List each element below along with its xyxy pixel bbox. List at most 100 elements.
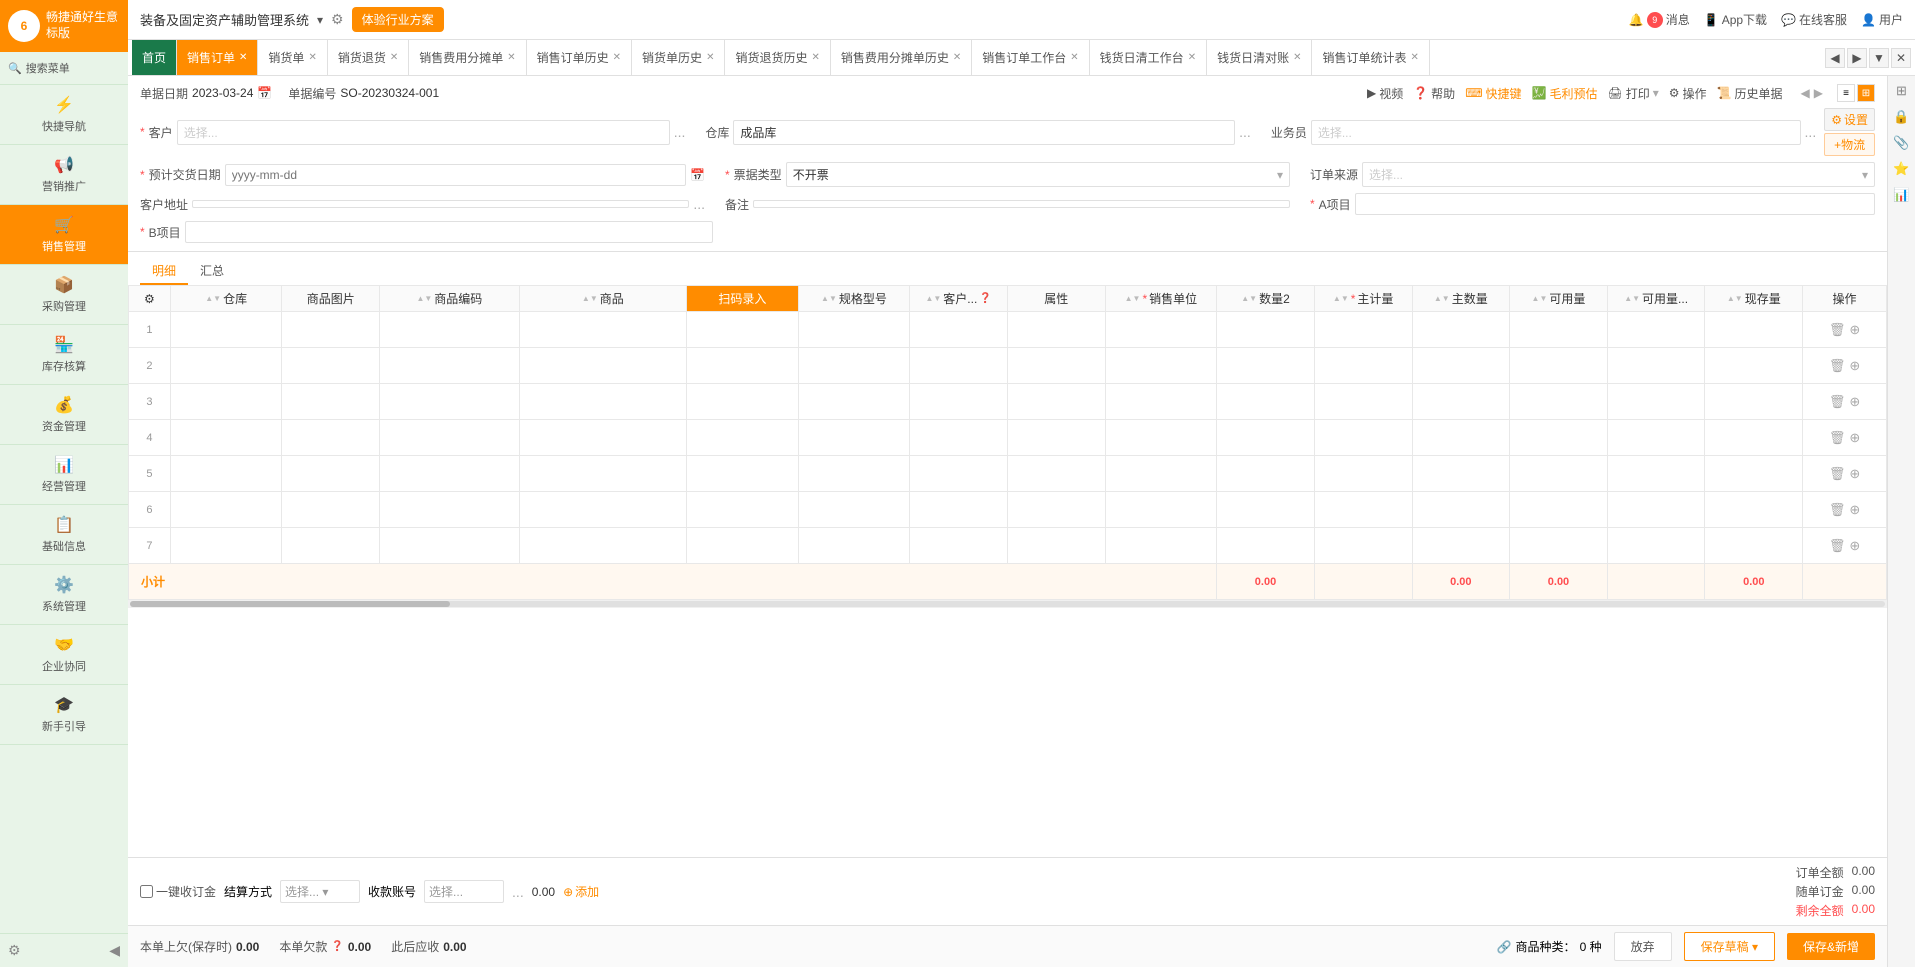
sidebar-item-purchase[interactable]: 📦 采购管理 (0, 265, 128, 325)
topbar-gear-icon[interactable]: ⚙ (331, 11, 344, 28)
card-view-icon[interactable]: ⊞ (1857, 84, 1875, 102)
system-dropdown[interactable]: ▾ (317, 13, 323, 27)
tab-sales-expense[interactable]: 销售费用分摊单 ✕ (409, 40, 526, 76)
delivery-date-input[interactable] (225, 164, 686, 186)
salesperson-input[interactable]: 选择... (1311, 120, 1801, 145)
tab-cash-workbench[interactable]: 钱货日清工作台 ✕ (1090, 40, 1207, 76)
sidebar-item-quick[interactable]: ⚡ 快捷导航 (0, 85, 128, 145)
tab-close-icon[interactable]: ✕ (706, 52, 714, 63)
tab-more-btn[interactable]: ▼ (1869, 48, 1889, 68)
settings-bottom-icon[interactable]: ⚙ (8, 942, 21, 959)
copy-row-icon[interactable]: ⊕ (1849, 466, 1860, 482)
tab-cash-reconcile[interactable]: 钱货日清对账 ✕ (1207, 40, 1312, 76)
copy-row-icon[interactable]: ⊕ (1849, 430, 1860, 446)
customer-input[interactable]: 选择... (177, 120, 670, 145)
app-download-item[interactable]: 📱 App下载 (1704, 11, 1767, 28)
goods-count-link[interactable]: 🔗 商品种类： 0 种 (1497, 938, 1602, 955)
th-goods[interactable]: ▲▼商品 (519, 286, 686, 312)
discard-btn[interactable]: 放弃 (1614, 932, 1672, 961)
tab-close-icon[interactable]: ✕ (953, 52, 961, 63)
tab-order-workbench[interactable]: 销售订单工作台 ✕ (972, 40, 1089, 76)
warehouse-dots-btn[interactable]: ... (1239, 124, 1251, 140)
account-select[interactable]: 选择... (424, 880, 504, 903)
profit-forecast-btn[interactable]: 💹 毛利预估 (1532, 85, 1598, 102)
right-panel-btn-4[interactable]: ⭐ (1891, 158, 1913, 180)
sidebar-item-guide[interactable]: 🎓 新手引导 (0, 685, 128, 745)
th-warehouse[interactable]: ▲▼仓库 (170, 286, 282, 312)
tab-detail[interactable]: 明细 (140, 258, 188, 285)
salesperson-dots-btn[interactable]: ... (1805, 124, 1817, 140)
delete-row-icon[interactable]: 🗑 (1829, 430, 1846, 446)
save-new-btn[interactable]: 保存&新增 (1787, 933, 1875, 960)
tab-close-icon[interactable]: ✕ (239, 52, 247, 63)
add-logistics-btn[interactable]: +物流 (1824, 133, 1875, 156)
notification-item[interactable]: 🔔 9 9 消息 (1629, 11, 1690, 28)
delete-row-icon[interactable]: 🗑 (1829, 538, 1846, 554)
delete-row-icon[interactable]: 🗑 (1829, 466, 1846, 482)
copy-row-icon[interactable]: ⊕ (1849, 538, 1860, 554)
right-panel-btn-2[interactable]: 🔒 (1891, 106, 1913, 128)
delete-row-icon[interactable]: 🗑 (1829, 358, 1846, 374)
th-spec[interactable]: ▲▼规格型号 (798, 286, 910, 312)
copy-row-icon[interactable]: ⊕ (1849, 502, 1860, 518)
tab-close-icon[interactable]: ✕ (507, 52, 515, 63)
draft-dropdown-icon[interactable]: ▾ (1752, 940, 1758, 954)
sidebar-item-sales[interactable]: 🛒 销售管理 (0, 205, 128, 265)
warehouse-input[interactable]: 成品库 (733, 120, 1235, 145)
print-btn[interactable]: 🖨 打印 ▾ (1608, 85, 1659, 102)
account-dots[interactable]: ... (512, 884, 524, 900)
prev-nav-icon[interactable]: ◀ (1801, 86, 1810, 100)
online-service-item[interactable]: 💬 在线客服 (1781, 11, 1847, 28)
history-btn[interactable]: 📜 历史单据 (1717, 85, 1783, 102)
sidebar-item-operations[interactable]: 📊 经营管理 (0, 445, 128, 505)
a-project-input[interactable] (1355, 193, 1875, 215)
th-available[interactable]: ▲▼可用量 (1510, 286, 1608, 312)
th-unit[interactable]: ▲▼*销售单位 (1105, 286, 1217, 312)
invoice-type-select[interactable]: 不开票 ▾ (786, 162, 1290, 187)
tab-summary[interactable]: 汇总 (188, 258, 236, 285)
tab-close-icon[interactable]: ✕ (613, 52, 621, 63)
tab-prev-btn[interactable]: ◀ (1825, 48, 1845, 68)
tab-close-icon[interactable]: ✕ (1411, 52, 1419, 63)
tab-home[interactable]: 首页 (132, 40, 177, 76)
calendar-icon[interactable]: 📅 (257, 86, 272, 100)
industry-btn[interactable]: 体验行业方案 (352, 7, 444, 32)
th-gear[interactable]: ⚙ (129, 286, 171, 312)
tab-expense-history[interactable]: 销售费用分摊单历史 ✕ (831, 40, 972, 76)
tab-close-icon[interactable]: ✕ (1188, 52, 1196, 63)
tab-close-all-btn[interactable]: ✕ (1891, 48, 1911, 68)
next-nav-icon[interactable]: ▶ (1814, 86, 1823, 100)
preview-btn[interactable]: ▶ 视频 (1367, 85, 1403, 102)
tab-next-btn[interactable]: ▶ (1847, 48, 1867, 68)
right-panel-btn-1[interactable]: ⊞ (1891, 80, 1913, 102)
horizontal-scrollbar[interactable] (128, 600, 1887, 608)
copy-row-icon[interactable]: ⊕ (1849, 358, 1860, 374)
sidebar-item-system[interactable]: ⚙️ 系统管理 (0, 565, 128, 625)
sidebar-search[interactable]: 🔍 搜索菜单 (0, 52, 128, 85)
one-click-checkout-checkbox[interactable] (140, 885, 153, 898)
operations-btn[interactable]: ⚙ 操作 (1669, 85, 1707, 102)
list-view-icon[interactable]: ≡ (1837, 84, 1855, 102)
address-input[interactable] (192, 200, 689, 208)
shortcut-btn[interactable]: ⌨ 快捷键 (1465, 85, 1521, 102)
th-scan[interactable]: 扫码录入 (687, 286, 799, 312)
th-stock[interactable]: ▲▼现存量 (1705, 286, 1803, 312)
delivery-calendar-icon[interactable]: 📅 (690, 168, 705, 182)
add-payment-btn[interactable]: ⊕ 添加 (563, 883, 599, 900)
th-main-unit[interactable]: ▲▼*主计量 (1314, 286, 1412, 312)
sidebar-item-marketing[interactable]: 📢 营销推广 (0, 145, 128, 205)
sidebar-item-base[interactable]: 📋 基础信息 (0, 505, 128, 565)
collapse-icon[interactable]: ◀ (109, 942, 120, 959)
payment-method-select[interactable]: 选择... ▾ (280, 880, 360, 903)
user-item[interactable]: 👤 用户 (1861, 11, 1903, 28)
th-qty2[interactable]: ▲▼数量2 (1217, 286, 1315, 312)
th-available2[interactable]: ▲▼可用量... (1607, 286, 1705, 312)
tab-close-icon[interactable]: ✕ (308, 52, 316, 63)
address-dots-btn[interactable]: ... (693, 196, 705, 212)
tab-return-history[interactable]: 销货退货历史 ✕ (725, 40, 830, 76)
th-code[interactable]: ▲▼商品编码 (380, 286, 520, 312)
tab-sales-goods[interactable]: 销货单 ✕ (258, 40, 327, 76)
right-panel-btn-5[interactable]: 📊 (1891, 184, 1913, 206)
tab-order-stats[interactable]: 销售订单统计表 ✕ (1312, 40, 1429, 76)
order-source-select[interactable]: 选择... ▾ (1362, 162, 1875, 187)
